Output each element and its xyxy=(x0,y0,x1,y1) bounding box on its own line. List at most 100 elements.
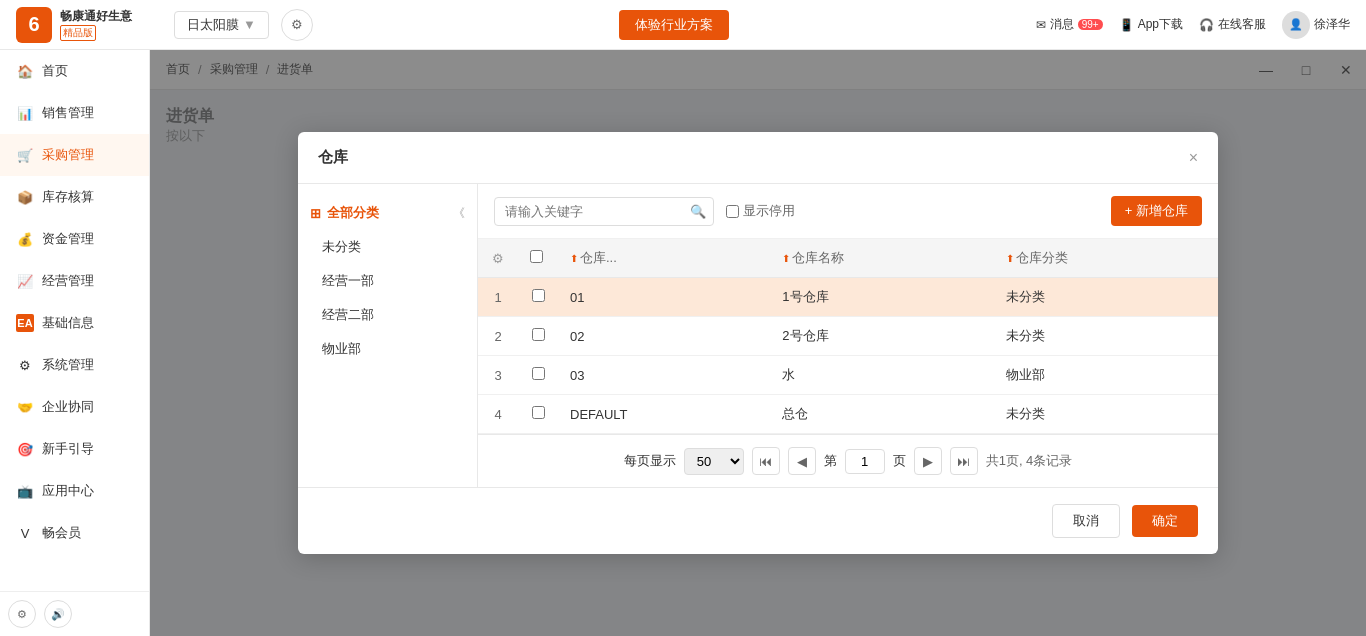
avatar-icon: 👤 xyxy=(1289,18,1303,31)
dialog-footer: 取消 确定 xyxy=(298,487,1218,554)
row-code: DEFAULT xyxy=(558,395,770,434)
sidebar-bottom: ⚙ 🔊 xyxy=(0,591,149,636)
user-profile-button[interactable]: 👤 徐泽华 xyxy=(1282,11,1350,39)
per-page-select[interactable]: 50 10 20 100 xyxy=(684,448,744,475)
sidebar-item-system[interactable]: ⚙ 系统管理 xyxy=(0,344,149,386)
category-all-header[interactable]: ⊞ 全部分类 《 xyxy=(298,196,477,230)
sales-icon: 📊 xyxy=(16,104,34,122)
row-num: 2 xyxy=(478,317,518,356)
warehouse-table: ⚙ ⬆仓库... ⬆仓库名称 xyxy=(478,239,1218,434)
sidebar-label-guide: 新手引导 xyxy=(42,440,94,458)
dialog-title: 仓库 xyxy=(318,148,348,167)
pagination-bar: 每页显示 50 10 20 100 ⏮ ◀ 第 页 xyxy=(478,434,1218,487)
sidebar-item-enterprise[interactable]: 🤝 企业协同 xyxy=(0,386,149,428)
prev-page-button[interactable]: ◀ xyxy=(788,447,816,475)
logo-badge: 精品版 xyxy=(60,25,96,41)
purchase-icon: 🛒 xyxy=(16,146,34,164)
grid-icon: ⊞ xyxy=(310,206,321,221)
row-name: 总仓 xyxy=(770,395,994,434)
message-button[interactable]: ✉ 消息 99+ xyxy=(1036,16,1103,33)
sidebar-item-home[interactable]: 🏠 首页 xyxy=(0,50,149,92)
total-info: 共1页, 4条记录 xyxy=(986,452,1073,470)
add-warehouse-button[interactable]: + 新增仓库 xyxy=(1111,196,1202,226)
dialog-overlay: 仓库 × ⊞ 全部分类 《 未分类 xyxy=(150,50,1366,636)
message-icon: ✉ xyxy=(1036,18,1046,32)
apps-icon: 📺 xyxy=(16,482,34,500)
avatar: 👤 xyxy=(1282,11,1310,39)
table-row[interactable]: 2 02 2号仓库 未分类 xyxy=(478,317,1218,356)
show-disabled-toggle[interactable]: 显示停用 xyxy=(726,202,795,220)
show-disabled-label: 显示停用 xyxy=(743,202,795,220)
online-service-button[interactable]: 🎧 在线客服 xyxy=(1199,16,1266,33)
category-item-property[interactable]: 物业部 xyxy=(298,332,477,366)
confirm-button[interactable]: 确定 xyxy=(1132,505,1198,537)
all-category-label: 全部分类 xyxy=(327,204,379,222)
toolbar: 🔍 显示停用 + 新增仓库 xyxy=(478,184,1218,239)
table-wrap: ⚙ ⬆仓库... ⬆仓库名称 xyxy=(478,239,1218,434)
sidebar-item-operations[interactable]: 📈 经营管理 xyxy=(0,260,149,302)
category-item-uncategorized[interactable]: 未分类 xyxy=(298,230,477,264)
table-row[interactable]: 1 01 1号仓库 未分类 xyxy=(478,278,1218,317)
main-content: 首页 / 采购管理 / 进货单 — □ ✕ 进货单 按以下 仓库 xyxy=(150,50,1366,636)
row-checkbox[interactable] xyxy=(532,328,545,341)
sidebar-label-sales: 销售管理 xyxy=(42,104,94,122)
page-label: 第 xyxy=(824,452,837,470)
message-badge: 99+ xyxy=(1078,19,1103,30)
basic-info-icon: EA xyxy=(16,314,34,332)
next-page-button[interactable]: ▶ xyxy=(914,447,942,475)
category-item-ops2[interactable]: 经营二部 xyxy=(298,298,477,332)
col-code: ⬆仓库... xyxy=(558,239,770,278)
search-input[interactable] xyxy=(494,197,714,226)
settings-bottom-button[interactable]: ⚙ xyxy=(8,600,36,628)
sidebar-item-apps[interactable]: 📺 应用中心 xyxy=(0,470,149,512)
dialog-body: ⊞ 全部分类 《 未分类 经营一部 经营二部 物业部 xyxy=(298,184,1218,487)
cancel-button[interactable]: 取消 xyxy=(1052,504,1120,538)
home-icon: 🏠 xyxy=(16,62,34,80)
sidebar-label-operations: 经营管理 xyxy=(42,272,94,290)
row-name: 1号仓库 xyxy=(770,278,994,317)
page-number-input[interactable] xyxy=(845,449,885,474)
row-checkbox[interactable] xyxy=(532,406,545,419)
store-name: 日太阳膜 xyxy=(187,16,239,34)
sidebar-item-guide[interactable]: 🎯 新手引导 xyxy=(0,428,149,470)
row-code: 01 xyxy=(558,278,770,317)
category-item-ops1[interactable]: 经营一部 xyxy=(298,264,477,298)
row-code: 03 xyxy=(558,356,770,395)
sidebar-item-purchase[interactable]: 🛒 采购管理 xyxy=(0,134,149,176)
row-category: 未分类 xyxy=(994,317,1218,356)
search-wrap: 🔍 xyxy=(494,197,714,226)
sidebar-label-inventory: 库存核算 xyxy=(42,188,94,206)
select-all-checkbox[interactable] xyxy=(530,250,543,263)
col-category: ⬆仓库分类 xyxy=(994,239,1218,278)
table-row[interactable]: 4 DEFAULT 总仓 未分类 xyxy=(478,395,1218,434)
app-download-button[interactable]: 📱 App下载 xyxy=(1119,16,1183,33)
row-checkbox[interactable] xyxy=(532,367,545,380)
category-panel: ⊞ 全部分类 《 未分类 经营一部 经营二部 物业部 xyxy=(298,184,478,487)
table-row[interactable]: 3 03 水 物业部 xyxy=(478,356,1218,395)
sidebar: 🏠 首页 📊 销售管理 🛒 采购管理 📦 库存核算 💰 资金管理 📈 经营管理 … xyxy=(0,50,150,636)
sidebar-item-member[interactable]: V 畅会员 xyxy=(0,512,149,554)
sidebar-item-basic-info[interactable]: EA 基础信息 xyxy=(0,302,149,344)
last-page-button[interactable]: ⏭ xyxy=(950,447,978,475)
sidebar-item-finance[interactable]: 💰 资金管理 xyxy=(0,218,149,260)
row-category: 未分类 xyxy=(994,278,1218,317)
dialog-header: 仓库 × xyxy=(298,132,1218,184)
show-disabled-checkbox[interactable] xyxy=(726,205,739,218)
sidebar-item-sales[interactable]: 📊 销售管理 xyxy=(0,92,149,134)
dialog-close-button[interactable]: × xyxy=(1189,149,1198,167)
top-header: 6 畅康通好生意 精品版 日太阳膜 ▼ ⚙ 体验行业方案 ✉ 消息 99+ 📱 … xyxy=(0,0,1366,50)
headset-icon: 🎧 xyxy=(1199,18,1214,32)
search-icon[interactable]: 🔍 xyxy=(690,204,706,219)
sidebar-item-inventory[interactable]: 📦 库存核算 xyxy=(0,176,149,218)
collapse-icon[interactable]: 《 xyxy=(453,205,465,222)
sidebar-label-purchase: 采购管理 xyxy=(42,146,94,164)
first-page-button[interactable]: ⏮ xyxy=(752,447,780,475)
sidebar-label-system: 系统管理 xyxy=(42,356,94,374)
volume-button[interactable]: 🔊 xyxy=(44,600,72,628)
settings-button[interactable]: ⚙ xyxy=(281,9,313,41)
gear-icon: ⚙ xyxy=(291,17,303,32)
row-checkbox[interactable] xyxy=(532,289,545,302)
store-selector[interactable]: 日太阳膜 ▼ xyxy=(174,11,269,39)
logo-icon: 6 xyxy=(16,7,52,43)
trial-button[interactable]: 体验行业方案 xyxy=(619,10,729,40)
